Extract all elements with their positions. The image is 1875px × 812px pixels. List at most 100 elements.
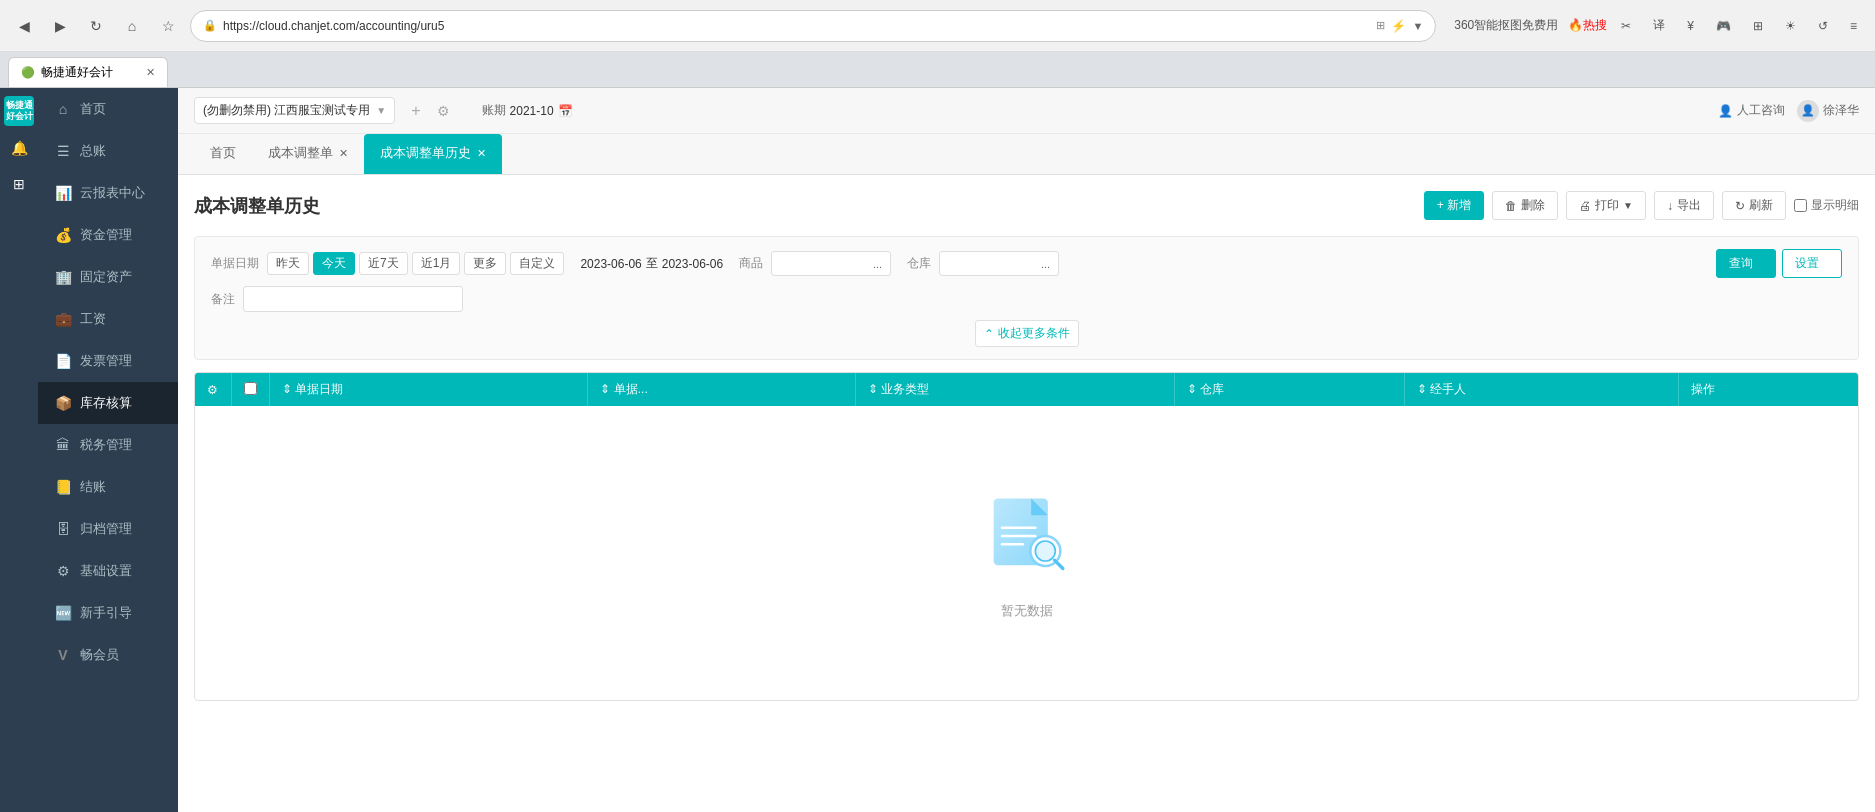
sidebar-item-funds-label: 资金管理 xyxy=(80,226,132,244)
tab-cost-adjustment[interactable]: 成本调整单 ✕ xyxy=(252,134,364,174)
browser-tabbar: 🟢 畅捷通好会计 ✕ xyxy=(0,52,1875,88)
goods-more-btn[interactable]: ... xyxy=(873,258,882,270)
sidebar-item-archive[interactable]: 🗄 归档管理 xyxy=(38,508,178,550)
home-icon: ⌂ xyxy=(54,101,72,117)
date-yesterday[interactable]: 昨天 xyxy=(267,252,309,275)
brand-logo[interactable]: 畅捷通好会计 xyxy=(4,96,34,126)
sidebar-item-salary[interactable]: 💼 工资 xyxy=(38,298,178,340)
browser-tab-close[interactable]: ✕ xyxy=(146,66,155,79)
date-more[interactable]: 更多 xyxy=(464,252,506,275)
tab-cost-adjustment-close[interactable]: ✕ xyxy=(339,147,348,160)
print-btn[interactable]: 🖨 打印 ▼ xyxy=(1566,191,1646,220)
tab-home[interactable]: 首页 xyxy=(194,134,252,174)
sidebar-item-inventory[interactable]: 📦 库存核算 xyxy=(38,382,178,424)
home-button[interactable]: ⌂ xyxy=(118,12,146,40)
back-button[interactable]: ◀ xyxy=(10,12,38,40)
service-btn[interactable]: 👤 人工咨询 xyxy=(1718,102,1785,119)
tab-cost-history-close[interactable]: ✕ xyxy=(477,147,486,160)
sidebar-item-ledger[interactable]: ☰ 总账 xyxy=(38,130,178,172)
export-btn[interactable]: ↓ 导出 xyxy=(1654,191,1714,220)
remark-input[interactable] xyxy=(243,286,463,312)
tab-cost-history[interactable]: 成本调整单历史 ✕ xyxy=(364,134,502,174)
top-actions: 👤 人工咨询 👤 徐泽华 xyxy=(1718,100,1859,122)
th-number[interactable]: ⇕ 单据... xyxy=(588,373,855,406)
grid-btn[interactable]: ⊞ xyxy=(1745,15,1771,37)
period-label: 账期 xyxy=(482,102,506,119)
th-warehouse[interactable]: ⇕ 仓库 xyxy=(1174,373,1404,406)
th-date[interactable]: ⇕ 单据日期 xyxy=(269,373,588,406)
date-1month[interactable]: 近1月 xyxy=(412,252,461,275)
browser-tab[interactable]: 🟢 畅捷通好会计 ✕ xyxy=(8,57,168,87)
date-to: 2023-06-06 xyxy=(662,257,723,271)
forward-button[interactable]: ▶ xyxy=(46,12,74,40)
th-settings[interactable]: ⚙ xyxy=(195,373,231,406)
th-checkbox[interactable] xyxy=(231,373,269,406)
browser-actions: 360智能抠图免费用 🔥热搜 ✂ 译 ¥ 🎮 ⊞ ☀ ↺ ≡ xyxy=(1454,13,1865,38)
invoice-icon: 📄 xyxy=(54,353,72,369)
top-bar: (勿删勿禁用) 江西服宝测试专用 ▼ + ⚙ 账期 2021-10 📅 👤 人工… xyxy=(178,88,1875,134)
user-name: 徐泽华 xyxy=(1823,102,1859,119)
sun-btn[interactable]: ☀ xyxy=(1777,15,1804,37)
sidebar-item-reports[interactable]: 📊 云报表中心 xyxy=(38,172,178,214)
goods-select-text xyxy=(780,255,869,272)
warehouse-label: 仓库 xyxy=(907,255,931,272)
sidebar-item-home[interactable]: ⌂ 首页 xyxy=(38,88,178,130)
sidebar-item-assets[interactable]: 🏢 固定资产 xyxy=(38,256,178,298)
translate-btn[interactable]: 译 xyxy=(1645,13,1673,38)
menu-btn[interactable]: ≡ xyxy=(1842,15,1865,37)
user-btn[interactable]: 👤 徐泽华 xyxy=(1797,100,1859,122)
select-all-checkbox[interactable] xyxy=(244,382,257,395)
display-detail-checkbox[interactable] xyxy=(1794,199,1807,212)
collapse-btn[interactable]: ⌃ 收起更多条件 xyxy=(975,320,1079,347)
undo-btn[interactable]: ↺ xyxy=(1810,15,1836,37)
date-separator: 至 xyxy=(646,255,658,272)
display-detail-label[interactable]: 显示明细 xyxy=(1794,197,1859,214)
filter-settings-btn[interactable]: 设置 xyxy=(1782,249,1842,278)
refresh-btn[interactable]: ↻ 刷新 xyxy=(1722,191,1786,220)
empty-illustration xyxy=(977,486,1077,586)
date-today[interactable]: 今天 xyxy=(313,252,355,275)
refresh-label: 刷新 xyxy=(1749,197,1773,214)
company-selector[interactable]: (勿删勿禁用) 江西服宝测试专用 ▼ xyxy=(194,97,395,124)
empty-text: 暂无数据 xyxy=(1001,602,1053,620)
warehouse-select[interactable]: ... xyxy=(939,251,1059,276)
delete-btn[interactable]: 🗑 删除 xyxy=(1492,191,1558,220)
date-custom[interactable]: 自定义 xyxy=(510,252,564,275)
delete-label: 删除 xyxy=(1521,197,1545,214)
new-btn[interactable]: + 新增 xyxy=(1424,191,1484,220)
date-7days[interactable]: 近7天 xyxy=(359,252,408,275)
query-btn[interactable]: 查询 xyxy=(1716,249,1776,278)
date-from: 2023-06-06 xyxy=(580,257,641,271)
notification-icon[interactable]: 🔔 xyxy=(5,134,33,162)
refresh-button[interactable]: ↻ xyxy=(82,12,110,40)
star-button[interactable]: ☆ xyxy=(154,12,182,40)
th-handler[interactable]: ⇕ 经手人 xyxy=(1404,373,1679,406)
filter-panel: 单据日期 昨天 今天 近7天 近1月 更多 自定义 2023-06-06 至 xyxy=(194,236,1859,360)
th-number-label: ⇕ 单据... xyxy=(600,382,647,396)
yuan-btn[interactable]: ¥ xyxy=(1679,15,1702,37)
display-detail-text: 显示明细 xyxy=(1811,197,1859,214)
sidebar-item-bookkeeping[interactable]: 📒 结账 xyxy=(38,466,178,508)
sidebar-item-settings[interactable]: ⚙ 基础设置 xyxy=(38,550,178,592)
period-info: 账期 2021-10 📅 xyxy=(482,102,573,119)
calendar-icon[interactable]: 📅 xyxy=(558,104,573,118)
settings-gear-icon[interactable]: ⚙ xyxy=(437,103,450,119)
th-handler-label: ⇕ 经手人 xyxy=(1417,382,1466,396)
address-bar[interactable]: 🔒 https://cloud.chanjet.com/accounting/u… xyxy=(190,10,1436,42)
apps-icon[interactable]: ⊞ xyxy=(5,170,33,198)
sidebar-item-membership[interactable]: V 畅会员 xyxy=(38,634,178,676)
th-business-type[interactable]: ⇕ 业务类型 xyxy=(855,373,1174,406)
sidebar-item-funds[interactable]: 💰 资金管理 xyxy=(38,214,178,256)
sidebar-item-guide[interactable]: 🆕 新手引导 xyxy=(38,592,178,634)
sidebar-item-invoice[interactable]: 📄 发票管理 xyxy=(38,340,178,382)
warehouse-more-btn[interactable]: ... xyxy=(1041,258,1050,270)
game-btn[interactable]: 🎮 xyxy=(1708,15,1739,37)
empty-row: 暂无数据 xyxy=(195,406,1858,700)
sidebar-item-tax[interactable]: 🏛 税务管理 xyxy=(38,424,178,466)
date-range: 2023-06-06 至 2023-06-06 xyxy=(580,255,723,272)
add-company-icon[interactable]: + xyxy=(411,102,420,120)
tab-cost-adjustment-label: 成本调整单 xyxy=(268,144,333,162)
goods-select[interactable]: ... xyxy=(771,251,891,276)
scissors-btn[interactable]: ✂ xyxy=(1613,15,1639,37)
tax-icon: 🏛 xyxy=(54,437,72,453)
